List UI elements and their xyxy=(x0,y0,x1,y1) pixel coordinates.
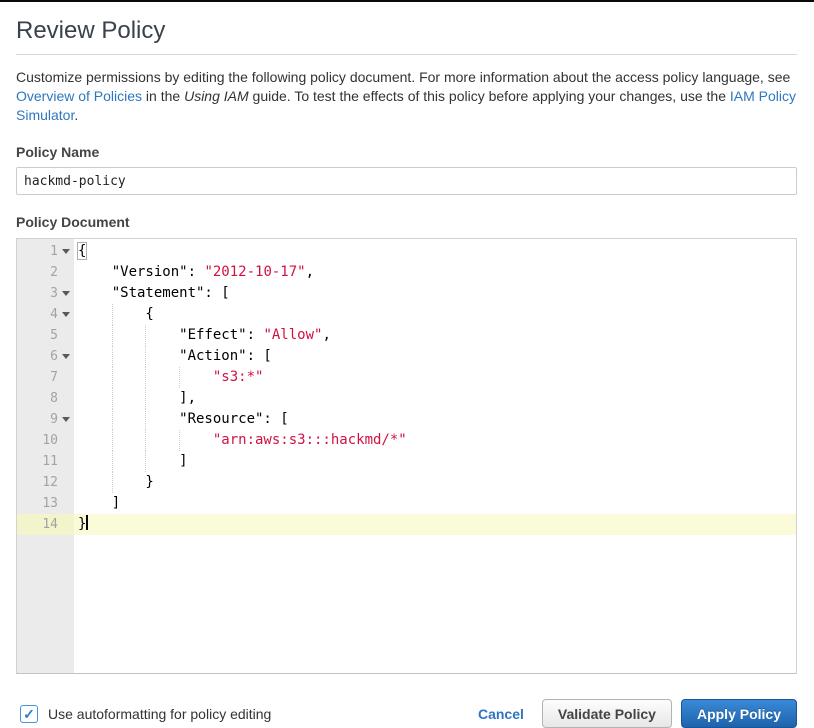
line-number: 5 xyxy=(17,325,74,346)
indent-guide xyxy=(112,472,113,493)
json-code-text: ] xyxy=(78,495,120,511)
validate-policy-button[interactable]: Validate Policy xyxy=(542,699,672,728)
line-number: 8 xyxy=(17,388,74,409)
using-iam-guide-name: Using IAM xyxy=(184,88,249,104)
footer-action-bar: ✓ Use autoformatting for policy editing … xyxy=(16,699,797,728)
code-line: "s3:*" xyxy=(74,367,796,388)
line-number: 1 xyxy=(17,241,74,262)
indent-guide xyxy=(112,304,113,325)
line-number: 14 xyxy=(17,514,74,535)
autoformat-checkbox[interactable]: ✓ xyxy=(20,705,38,723)
line-number: 4 xyxy=(17,304,74,325)
json-code-text: "Action": [ xyxy=(78,348,272,364)
json-string-value: "2012-10-17" xyxy=(204,264,305,280)
line-number: 2 xyxy=(17,262,74,283)
json-code-text: , xyxy=(322,327,330,343)
editor-code-area[interactable]: { "Version": "2012-10-17", "Statement": … xyxy=(74,239,796,673)
json-code-text: "Version": xyxy=(78,264,204,280)
code-line: { xyxy=(74,304,796,325)
fold-chevron-down-icon[interactable] xyxy=(62,354,70,359)
indent-guide xyxy=(112,367,113,388)
indent-guide xyxy=(145,367,146,388)
text-cursor xyxy=(86,515,88,530)
editor-line-number-gutter: 1234567891011121314 xyxy=(17,239,74,673)
intro-text: Customize permissions by editing the fol… xyxy=(16,68,797,125)
indent-guide xyxy=(112,388,113,409)
intro-text-part: . xyxy=(74,107,78,123)
line-number: 10 xyxy=(17,430,74,451)
json-string-value: "s3:*" xyxy=(213,369,264,385)
policy-name-input[interactable] xyxy=(16,167,797,195)
code-line: { xyxy=(74,241,796,262)
apply-policy-button[interactable]: Apply Policy xyxy=(681,699,797,728)
fold-chevron-down-icon[interactable] xyxy=(62,417,70,422)
code-line: "Version": "2012-10-17", xyxy=(74,262,796,283)
json-code-text: ] xyxy=(78,453,188,469)
json-code-text: ], xyxy=(78,390,196,406)
json-code-text: } xyxy=(78,474,154,490)
intro-text-part: guide. To test the effects of this polic… xyxy=(249,88,730,104)
json-code-text: { xyxy=(78,243,86,259)
json-code-text: "Resource": [ xyxy=(78,411,289,427)
line-number: 11 xyxy=(17,451,74,472)
indent-guide xyxy=(145,388,146,409)
window-top-edge xyxy=(0,0,814,2)
json-code-text: , xyxy=(306,264,314,280)
fold-chevron-down-icon[interactable] xyxy=(62,249,70,254)
autoformat-checkbox-label: Use autoformatting for policy editing xyxy=(48,706,271,722)
policy-document-editor[interactable]: 1234567891011121314 { "Version": "2012-1… xyxy=(16,238,797,674)
intro-text-part: in the xyxy=(142,88,184,104)
autoformat-checkbox-row[interactable]: ✓ Use autoformatting for policy editing xyxy=(20,705,271,723)
page-title: Review Policy xyxy=(16,17,797,45)
policy-name-label: Policy Name xyxy=(16,144,797,160)
line-number: 9 xyxy=(17,409,74,430)
indent-guide xyxy=(179,430,180,451)
indent-guide xyxy=(145,430,146,451)
code-line: ], xyxy=(74,388,796,409)
json-code-text: { xyxy=(78,306,154,322)
indent-guide xyxy=(112,325,113,346)
cancel-link[interactable]: Cancel xyxy=(478,706,524,722)
json-string-value: "Allow" xyxy=(263,327,322,343)
code-line: ] xyxy=(74,493,796,514)
json-code-text: } xyxy=(78,516,86,532)
line-number: 13 xyxy=(17,493,74,514)
code-line: } xyxy=(74,472,796,493)
intro-text-part: Customize permissions by editing the fol… xyxy=(16,69,790,85)
indent-guide xyxy=(112,451,113,472)
code-line: } xyxy=(74,514,796,535)
indent-guide xyxy=(112,409,113,430)
code-line: ] xyxy=(74,451,796,472)
title-divider xyxy=(16,54,797,55)
json-code-text: "Effect": xyxy=(78,327,263,343)
code-line: "Resource": [ xyxy=(74,409,796,430)
code-line: "arn:aws:s3:::hackmd/*" xyxy=(74,430,796,451)
code-line: "Statement": [ xyxy=(74,283,796,304)
indent-guide xyxy=(112,430,113,451)
indent-guide xyxy=(179,367,180,388)
indent-guide xyxy=(145,325,146,346)
line-number: 12 xyxy=(17,472,74,493)
fold-chevron-down-icon[interactable] xyxy=(62,291,70,296)
indent-guide xyxy=(112,346,113,367)
fold-chevron-down-icon[interactable] xyxy=(62,312,70,317)
code-line: "Action": [ xyxy=(74,346,796,367)
json-code-text: "Statement": [ xyxy=(78,285,230,301)
link-overview-of-policies[interactable]: Overview of Policies xyxy=(16,88,142,104)
code-line: "Effect": "Allow", xyxy=(74,325,796,346)
line-number: 3 xyxy=(17,283,74,304)
indent-guide xyxy=(145,451,146,472)
indent-guide xyxy=(145,409,146,430)
line-number: 6 xyxy=(17,346,74,367)
line-number: 7 xyxy=(17,367,74,388)
check-icon: ✓ xyxy=(23,707,35,721)
policy-document-label: Policy Document xyxy=(16,214,797,230)
json-string-value: "arn:aws:s3:::hackmd/*" xyxy=(213,432,407,448)
review-policy-page: Review Policy Customize permissions by e… xyxy=(0,17,814,728)
indent-guide xyxy=(145,346,146,367)
